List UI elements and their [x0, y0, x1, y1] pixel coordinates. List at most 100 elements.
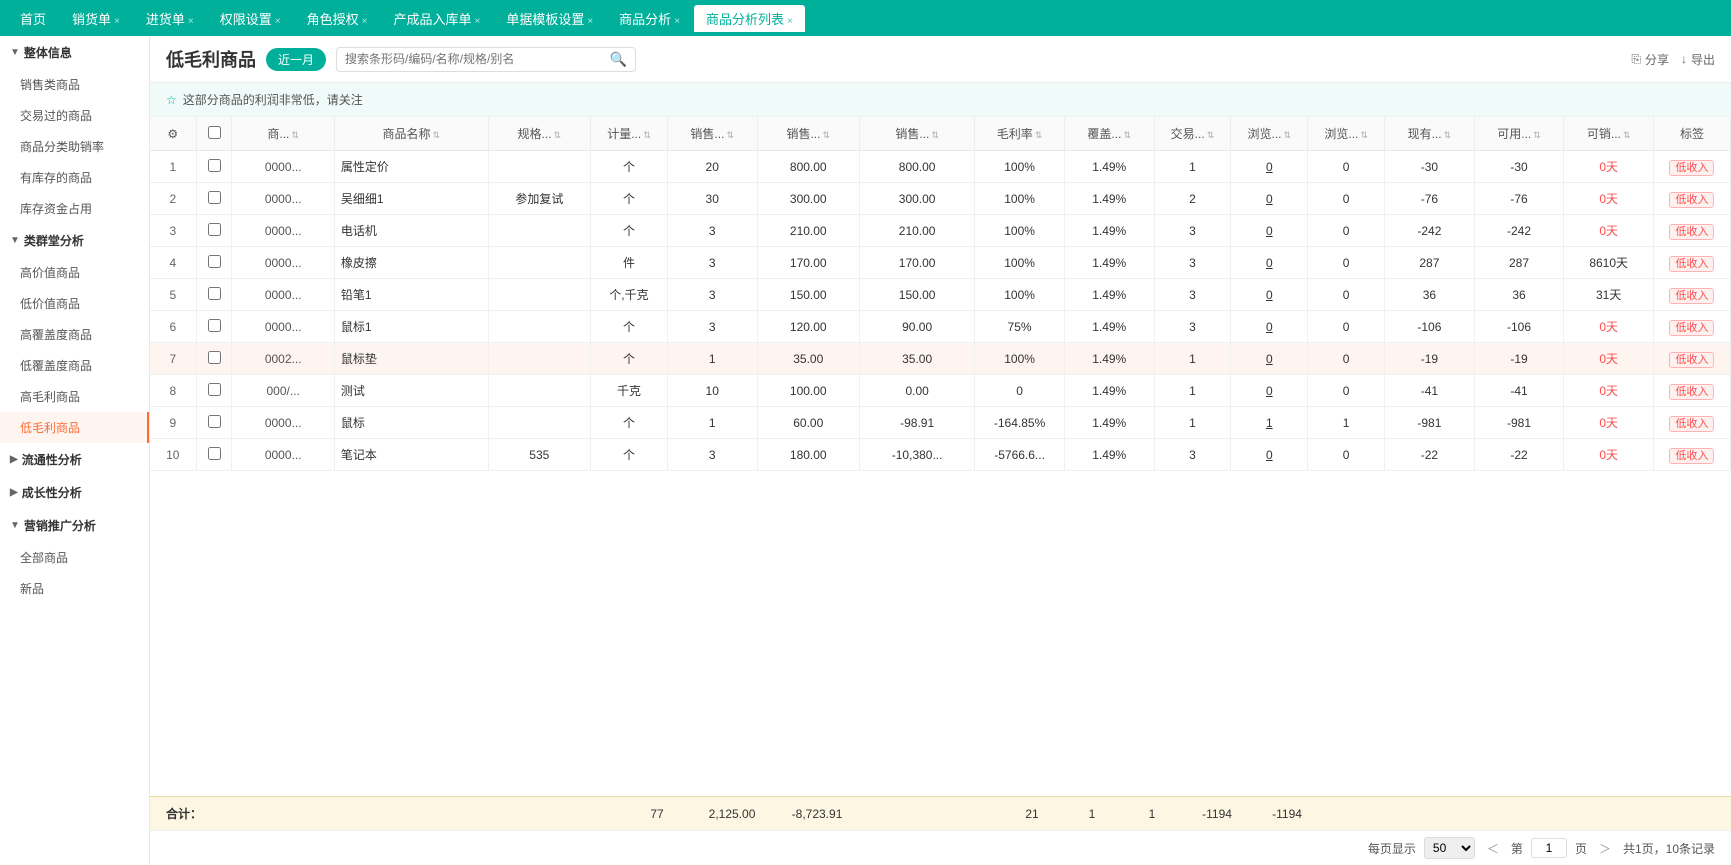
page-number-input[interactable]: [1531, 838, 1567, 858]
row-checkbox[interactable]: [208, 351, 221, 364]
sidebar-group-marketing[interactable]: ▼ 营销推广分析: [0, 509, 149, 542]
row-checkbox-cell[interactable]: [196, 343, 232, 375]
view1-link[interactable]: 0: [1266, 224, 1273, 238]
th-settings[interactable]: ⚙: [150, 117, 196, 151]
row-tag: 低收入: [1653, 151, 1730, 183]
sidebar-item-low-value[interactable]: 低价值商品: [0, 288, 149, 319]
view1-link[interactable]: 0: [1266, 352, 1273, 366]
th-code[interactable]: 商...⇅: [232, 117, 334, 151]
th-trade[interactable]: 交易...⇅: [1154, 117, 1231, 151]
sidebar-item-high-margin[interactable]: 高毛利商品: [0, 381, 149, 412]
th-spec[interactable]: 规格...⇅: [488, 117, 590, 151]
row-checkbox-cell[interactable]: [196, 183, 232, 215]
th-name[interactable]: 商品名称⇅: [334, 117, 488, 151]
th-view2[interactable]: 浏览...⇅: [1308, 117, 1385, 151]
row-checkbox-cell[interactable]: [196, 247, 232, 279]
view1-link[interactable]: 0: [1266, 288, 1273, 302]
th-unit[interactable]: 计量...⇅: [591, 117, 668, 151]
sidebar-item-high-coverage[interactable]: 高覆盖度商品: [0, 319, 149, 350]
nav-sales[interactable]: 销货单×: [60, 5, 132, 32]
row-view1[interactable]: 0: [1231, 279, 1308, 311]
prev-page-button[interactable]: ＜: [1483, 838, 1503, 859]
row-checkbox-cell[interactable]: [196, 407, 232, 439]
sidebar-item-low-margin[interactable]: 低毛利商品: [0, 412, 149, 443]
row-code: 0000...: [232, 407, 334, 439]
th-sales-qty[interactable]: 销售...⇅: [667, 117, 757, 151]
nav-home[interactable]: 首页: [8, 5, 58, 32]
sidebar-item-stocked-products[interactable]: 有库存的商品: [0, 162, 149, 193]
share-button[interactable]: ⎘ 分享: [1631, 51, 1669, 68]
search-input[interactable]: [345, 52, 610, 66]
th-avail[interactable]: 可用...⇅: [1474, 117, 1564, 151]
export-button[interactable]: ↓ 导出: [1681, 51, 1715, 68]
select-all-checkbox[interactable]: [208, 126, 221, 139]
sidebar-item-new-products[interactable]: 新品: [0, 573, 149, 604]
nav-product-analysis-list[interactable]: 商品分析列表×: [694, 5, 805, 32]
row-unit: 个: [591, 151, 668, 183]
th-view1[interactable]: 浏览...⇅: [1231, 117, 1308, 151]
row-checkbox[interactable]: [208, 447, 221, 460]
sidebar-item-category-rate[interactable]: 商品分类助销率: [0, 131, 149, 162]
row-checkbox[interactable]: [208, 319, 221, 332]
view1-link[interactable]: 0: [1266, 384, 1273, 398]
row-checkbox[interactable]: [208, 255, 221, 268]
th-tag[interactable]: 标签: [1653, 117, 1730, 151]
row-view1[interactable]: 0: [1231, 247, 1308, 279]
row-checkbox-cell[interactable]: [196, 311, 232, 343]
view1-link[interactable]: 0: [1266, 448, 1273, 462]
th-sales-amt[interactable]: 销售...⇅: [859, 117, 974, 151]
sidebar-item-traded-products[interactable]: 交易过的商品: [0, 100, 149, 131]
pagination-page-prefix: 第: [1511, 840, 1523, 857]
row-view1[interactable]: 0: [1231, 439, 1308, 471]
sidebar-group-cluster[interactable]: ▼ 类群堂分析: [0, 224, 149, 257]
th-stock[interactable]: 现有...⇅: [1385, 117, 1475, 151]
nav-purchase[interactable]: 进货单×: [134, 5, 206, 32]
row-checkbox-cell[interactable]: [196, 439, 232, 471]
search-box[interactable]: 🔍: [336, 47, 636, 72]
sidebar-group-growth[interactable]: ▶ 成长性分析: [0, 476, 149, 509]
row-checkbox-cell[interactable]: [196, 215, 232, 247]
row-checkbox[interactable]: [208, 159, 221, 172]
nav-role[interactable]: 角色授权×: [295, 5, 380, 32]
sidebar-item-high-value[interactable]: 高价值商品: [0, 257, 149, 288]
th-cover-rate[interactable]: 覆盖...⇅: [1064, 117, 1154, 151]
per-page-select[interactable]: 50 20 100: [1424, 837, 1475, 859]
row-checkbox-cell[interactable]: [196, 375, 232, 407]
row-checkbox[interactable]: [208, 415, 221, 428]
sidebar-group-flow[interactable]: ▶ 流通性分析: [0, 443, 149, 476]
th-sales-price[interactable]: 销售...⇅: [757, 117, 859, 151]
row-sales-amt: -98.91: [859, 407, 974, 439]
th-checkbox[interactable]: [196, 117, 232, 151]
view1-link[interactable]: 0: [1266, 192, 1273, 206]
row-view1[interactable]: 0: [1231, 375, 1308, 407]
sidebar-item-low-coverage[interactable]: 低覆盖度商品: [0, 350, 149, 381]
th-gross-rate[interactable]: 毛利率⇅: [975, 117, 1065, 151]
view1-link[interactable]: 0: [1266, 256, 1273, 270]
view1-link[interactable]: 1: [1266, 416, 1273, 430]
row-view1[interactable]: 1: [1231, 407, 1308, 439]
row-checkbox-cell[interactable]: [196, 151, 232, 183]
th-sellable[interactable]: 可销...⇅: [1564, 117, 1654, 151]
time-filter-button[interactable]: 近一月: [266, 48, 326, 71]
nav-finished-goods[interactable]: 产成品入库单×: [381, 5, 492, 32]
nav-permissions[interactable]: 权限设置×: [208, 5, 293, 32]
row-checkbox[interactable]: [208, 191, 221, 204]
row-view1[interactable]: 0: [1231, 311, 1308, 343]
row-checkbox[interactable]: [208, 383, 221, 396]
view1-link[interactable]: 0: [1266, 160, 1273, 174]
row-checkbox[interactable]: [208, 287, 221, 300]
row-view1[interactable]: 0: [1231, 215, 1308, 247]
sidebar-group-overall[interactable]: ▼ 整体信息: [0, 36, 149, 69]
sidebar-item-sales-products[interactable]: 销售类商品: [0, 69, 149, 100]
row-view1[interactable]: 0: [1231, 183, 1308, 215]
row-checkbox-cell[interactable]: [196, 279, 232, 311]
nav-product-analysis[interactable]: 商品分析×: [607, 5, 692, 32]
view1-link[interactable]: 0: [1266, 320, 1273, 334]
nav-template[interactable]: 单据模板设置×: [494, 5, 605, 32]
next-page-button[interactable]: ＞: [1595, 838, 1615, 859]
row-view1[interactable]: 0: [1231, 151, 1308, 183]
sidebar-item-stock-capital[interactable]: 库存资金占用: [0, 193, 149, 224]
row-checkbox[interactable]: [208, 223, 221, 236]
sidebar-item-all-products[interactable]: 全部商品: [0, 542, 149, 573]
row-view1[interactable]: 0: [1231, 343, 1308, 375]
